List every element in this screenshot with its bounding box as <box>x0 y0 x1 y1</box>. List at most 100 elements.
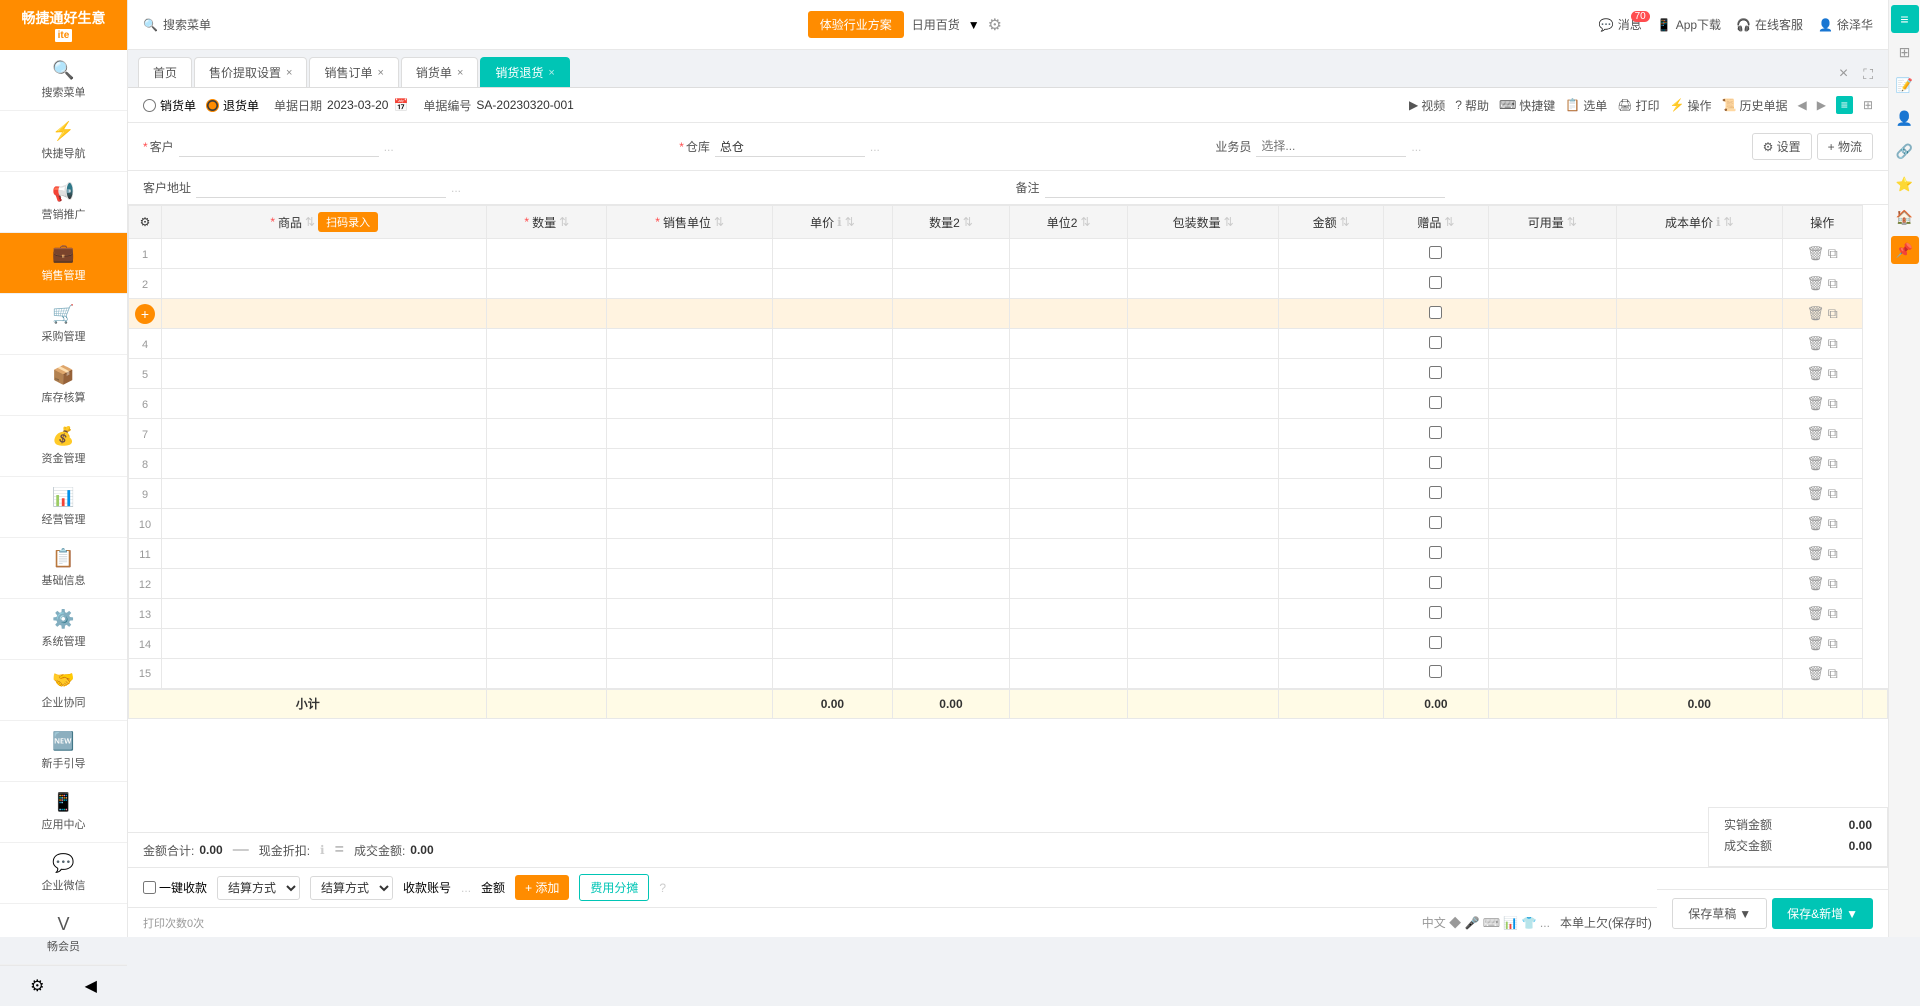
copy-row-btn-3[interactable]: ⧉ <box>1828 305 1838 321</box>
sidebar-item-enterprise[interactable]: 🤝 企业协同 <box>0 660 127 721</box>
sidebar-settings-btn[interactable]: ⚙ <box>30 976 44 996</box>
tab-sale-setting[interactable]: 售价提取设置 × <box>194 57 307 87</box>
warehouse-picker-btn[interactable]: ... <box>870 140 880 154</box>
tab-sale-delivery[interactable]: 销货单 × <box>401 57 478 87</box>
close-sale-return-icon[interactable]: × <box>548 67 554 79</box>
col-pack-sort-icon[interactable]: ⇅ <box>1224 215 1234 229</box>
one-click-checkbox-input[interactable] <box>143 881 156 894</box>
sidebar-item-basic[interactable]: 📋 基础信息 <box>0 538 127 599</box>
col-unit-sort-icon[interactable]: ⇅ <box>714 215 724 229</box>
warehouse-input[interactable] <box>715 136 865 157</box>
add-payment-btn[interactable]: + 添加 <box>515 875 569 900</box>
calc-method-select[interactable]: 结算方式 <box>310 876 393 900</box>
delete-row-btn-5[interactable]: 🗑 <box>1807 365 1825 381</box>
save-draft-dropdown-icon[interactable]: ▼ <box>1739 907 1751 921</box>
close-sale-order-icon[interactable]: × <box>377 67 383 79</box>
gift-checkbox-15[interactable] <box>1429 665 1442 678</box>
right-panel-home[interactable]: 🏠 <box>1891 203 1919 231</box>
product-input-3[interactable] <box>168 307 480 321</box>
copy-row-btn-9[interactable]: ⧉ <box>1828 485 1838 501</box>
copy-row-btn-11[interactable]: ⧉ <box>1828 545 1838 561</box>
gear-settings-icon[interactable]: ⚙ <box>988 15 1002 35</box>
col-qty2-sort-icon[interactable]: ⇅ <box>963 215 973 229</box>
next-record-btn[interactable]: ▶ <box>1817 98 1826 112</box>
sidebar-item-inventory[interactable]: 📦 库存核算 <box>0 355 127 416</box>
copy-row-btn-6[interactable]: ⧉ <box>1828 395 1838 411</box>
radio-sale-input[interactable] <box>143 99 156 112</box>
radio-return-input[interactable] <box>206 99 219 112</box>
sidebar-item-sales[interactable]: 💼 销售管理 <box>0 233 127 294</box>
right-panel-table-view[interactable]: ≡ <box>1891 5 1919 33</box>
sidebar-item-search[interactable]: 🔍 搜索菜单 <box>0 50 127 111</box>
right-panel-user[interactable]: 👤 <box>1891 104 1919 132</box>
grid-view-btn[interactable]: ⊞ <box>1863 98 1873 112</box>
settle-method-select[interactable]: 结算方式 <box>217 876 300 900</box>
select-btn[interactable]: 📋 选单 <box>1565 97 1607 114</box>
operate-btn[interactable]: ⚡ 操作 <box>1670 97 1712 114</box>
gift-checkbox-11[interactable] <box>1429 546 1442 559</box>
col-qty-sort-icon[interactable]: ⇅ <box>559 215 569 229</box>
gift-checkbox-3[interactable] <box>1429 306 1442 319</box>
right-panel-grid-view[interactable]: ⊞ <box>1891 38 1919 66</box>
gift-checkbox-9[interactable] <box>1429 486 1442 499</box>
save-new-btn[interactable]: 保存&新增 ▼ <box>1772 898 1873 929</box>
tab-sale-return[interactable]: 销货退货 × <box>480 57 569 87</box>
one-click-checkbox[interactable]: 一键收款 <box>143 879 207 896</box>
delete-row-btn-9[interactable]: 🗑 <box>1807 485 1825 501</box>
gift-checkbox-13[interactable] <box>1429 606 1442 619</box>
right-panel-pin[interactable]: 📌 <box>1891 236 1919 264</box>
delete-row-btn-8[interactable]: 🗑 <box>1807 455 1825 471</box>
gift-checkbox-1[interactable] <box>1429 246 1442 259</box>
col-settings[interactable]: ⚙ <box>129 206 162 239</box>
copy-row-btn-15[interactable]: ⧉ <box>1828 665 1838 681</box>
close-sale-delivery-icon[interactable]: × <box>457 67 463 79</box>
copy-row-btn-13[interactable]: ⧉ <box>1828 605 1838 621</box>
customer-picker-btn[interactable]: ... <box>384 140 394 154</box>
gift-checkbox-4[interactable] <box>1429 336 1442 349</box>
message-btn[interactable]: 💬 消息 70 <box>1599 16 1642 33</box>
col-price-sort-icon[interactable]: ⇅ <box>845 215 855 229</box>
product-cell-3[interactable] <box>162 299 487 329</box>
delete-row-btn-10[interactable]: 🗑 <box>1807 515 1825 531</box>
col-sort-icon[interactable]: ⇅ <box>305 215 315 229</box>
discount-info-icon[interactable]: ℹ <box>320 843 325 857</box>
close-window-btn[interactable]: × <box>1834 65 1853 83</box>
account-dots[interactable]: ... <box>461 881 471 895</box>
sidebar-item-purchase[interactable]: 🛒 采购管理 <box>0 294 127 355</box>
copy-row-btn-12[interactable]: ⧉ <box>1828 575 1838 591</box>
expense-btn[interactable]: 费用分摊 <box>579 874 649 901</box>
gift-checkbox-2[interactable] <box>1429 276 1442 289</box>
tab-home[interactable]: 首页 <box>138 57 192 87</box>
right-panel-link[interactable]: 🔗 <box>1891 137 1919 165</box>
prev-record-btn[interactable]: ◀ <box>1797 98 1806 112</box>
sidebar-item-marketing[interactable]: 📢 营销推广 <box>0 172 127 233</box>
gift-checkbox-10[interactable] <box>1429 516 1442 529</box>
copy-row-btn-2[interactable]: ⧉ <box>1828 275 1838 291</box>
gift-checkbox-6[interactable] <box>1429 396 1442 409</box>
help-btn[interactable]: ? 帮助 <box>1455 97 1489 114</box>
search-menu-btn[interactable]: 🔍 搜索菜单 <box>143 16 211 33</box>
sidebar-item-member[interactable]: V 畅会员 <box>0 904 127 965</box>
delete-row-btn-2[interactable]: 🗑 <box>1807 275 1825 291</box>
dropdown-icon[interactable]: ▼ <box>968 18 980 32</box>
shortcut-btn[interactable]: ⌨ 快捷键 <box>1499 97 1555 114</box>
copy-row-btn-14[interactable]: ⧉ <box>1828 635 1838 651</box>
sidebar-item-operations[interactable]: 📊 经营管理 <box>0 477 127 538</box>
remark-input[interactable] <box>1045 177 1445 198</box>
settings-button[interactable]: ⚙ 设置 <box>1752 133 1812 160</box>
delete-row-btn-15[interactable]: 🗑 <box>1807 665 1825 681</box>
user-avatar[interactable]: 👤 徐泽华 <box>1818 16 1873 33</box>
delete-row-btn-3[interactable]: 🗑 <box>1807 305 1825 321</box>
copy-row-btn-7[interactable]: ⧉ <box>1828 425 1838 441</box>
maximize-btn[interactable]: ⛶ <box>1858 66 1878 83</box>
copy-row-btn-1[interactable]: ⧉ <box>1828 245 1838 261</box>
sidebar-item-wechat[interactable]: 💬 企业微信 <box>0 843 127 904</box>
salesperson-input[interactable] <box>1256 136 1406 157</box>
tab-sale-order[interactable]: 销售订单 × <box>309 57 398 87</box>
right-panel-notes[interactable]: 📝 <box>1891 71 1919 99</box>
col-avail-sort-icon[interactable]: ⇅ <box>1567 215 1577 229</box>
col-cost-sort-icon[interactable]: ⇅ <box>1724 215 1734 229</box>
video-btn[interactable]: ▶ 视频 <box>1409 97 1445 114</box>
radio-return[interactable]: 退货单 <box>206 97 259 114</box>
sidebar-item-newguide[interactable]: 🆕 新手引导 <box>0 721 127 782</box>
